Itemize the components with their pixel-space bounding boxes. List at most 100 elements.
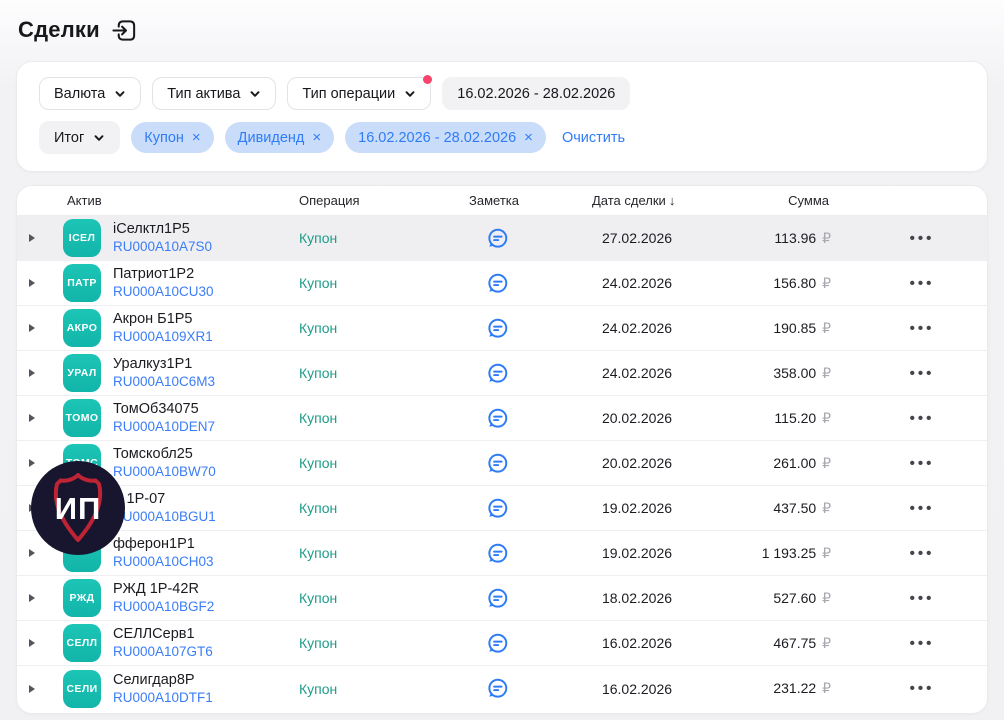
chevron-down-icon <box>404 88 416 100</box>
filter-chip-date-range[interactable]: 16.02.2026 - 28.02.2026 × <box>345 122 546 153</box>
note-icon[interactable] <box>486 632 509 655</box>
operation-label: Купон <box>299 320 338 336</box>
row-expand-arrow-icon[interactable] <box>29 324 35 332</box>
currency-symbol: ₽ <box>822 274 831 291</box>
chevron-down-icon <box>249 88 261 100</box>
note-icon[interactable] <box>486 542 509 565</box>
operation-type-filter-button[interactable]: Тип операции <box>287 75 433 110</box>
filter-row-top: Валюта Тип актива Тип операции 16.02.202… <box>39 75 965 110</box>
deal-date: 19.02.2026 <box>601 545 673 561</box>
filter-chip-coupon[interactable]: Купон × <box>131 122 214 153</box>
row-expand-arrow-icon[interactable] <box>29 504 35 512</box>
note-icon[interactable] <box>486 452 509 475</box>
close-icon[interactable]: × <box>312 130 321 145</box>
asset-isin-link[interactable]: RU000A10CH03 <box>113 553 214 571</box>
filter-chip-dividend[interactable]: Дивиденд × <box>224 122 335 153</box>
asset-name: Акрон Б1Р5 <box>113 311 193 327</box>
row-menu-button[interactable]: ••• <box>910 545 935 562</box>
operation-label: Купон <box>299 500 338 516</box>
amount-value: 437.50 <box>773 499 821 516</box>
note-icon[interactable] <box>486 677 509 700</box>
row-expand-arrow-icon[interactable] <box>29 414 35 422</box>
row-menu-button[interactable]: ••• <box>910 365 935 382</box>
table-row[interactable]: Б 1Р-07 RU000A10BGU1 Купон 19.02.2026 43… <box>17 486 987 531</box>
row-expand-arrow-icon[interactable] <box>29 684 35 693</box>
deal-date: 16.02.2026 <box>601 635 673 651</box>
clear-filters-link[interactable]: Очистить <box>562 130 625 146</box>
row-menu-button[interactable]: ••• <box>910 230 935 247</box>
asset-ticker-badge: ПАТР <box>63 264 101 302</box>
row-expand-arrow-icon[interactable] <box>29 459 35 467</box>
row-menu-button[interactable]: ••• <box>910 680 935 697</box>
row-expand-arrow-icon[interactable] <box>29 594 35 602</box>
note-icon[interactable] <box>486 317 509 340</box>
asset-isin-link[interactable]: RU000A107GT6 <box>113 643 213 661</box>
operation-label: Купон <box>299 230 338 246</box>
asset-ticker-badge: УРАЛ <box>63 354 101 392</box>
asset-ticker-badge: ТОМС <box>63 444 101 482</box>
asset-isin-link[interactable]: RU000A10CU30 <box>113 283 214 301</box>
active-filter-indicator-dot <box>423 75 433 84</box>
row-menu-button[interactable]: ••• <box>910 320 935 337</box>
asset-isin-link[interactable]: RU000A10BGU1 <box>113 508 216 526</box>
close-icon[interactable]: × <box>192 130 201 145</box>
column-header-amount: Сумма <box>788 193 829 208</box>
asset-ticker-badge: АКРО <box>63 309 101 347</box>
row-expand-arrow-icon[interactable] <box>29 549 35 557</box>
table-row[interactable]: ТОМС Томскобл25 RU000A10BW70 Купон 20.02… <box>17 441 987 486</box>
row-menu-button[interactable]: ••• <box>910 275 935 292</box>
chevron-down-icon <box>93 132 105 144</box>
row-menu-button[interactable]: ••• <box>910 500 935 517</box>
table-row[interactable]: СЕЛИ Селигдар8P RU000A10DTF1 Купон 16.02… <box>17 666 987 711</box>
table-row[interactable]: СЕЛЛ СЕЛЛСерв1 RU000A107GT6 Купон 16.02.… <box>17 621 987 666</box>
column-header-asset: Актив <box>67 193 102 208</box>
note-icon[interactable] <box>486 497 509 520</box>
asset-isin-link[interactable]: RU000A10BW70 <box>113 463 216 481</box>
note-icon[interactable] <box>486 362 509 385</box>
amount-value: 115.20 <box>774 409 821 426</box>
column-header-date-sort[interactable]: Дата сделки ↓ <box>592 193 682 208</box>
chip-label: 16.02.2026 - 28.02.2026 <box>358 129 517 146</box>
note-icon[interactable] <box>486 272 509 295</box>
note-icon[interactable] <box>486 407 509 430</box>
asset-isin-link[interactable]: RU000A10BGF2 <box>113 598 214 616</box>
row-menu-button[interactable]: ••• <box>910 590 935 607</box>
asset-isin-link[interactable]: RU000A10A7S0 <box>113 238 212 256</box>
close-icon[interactable]: × <box>524 130 533 145</box>
asset-ticker-badge <box>63 534 101 572</box>
currency-filter-button[interactable]: Валюта <box>39 77 142 110</box>
date-range-button[interactable]: 16.02.2026 - 28.02.2026 <box>442 77 631 110</box>
asset-isin-link[interactable]: RU000A10DTF1 <box>113 689 213 707</box>
currency-filter-label: Валюта <box>54 85 106 102</box>
note-icon[interactable] <box>486 227 509 250</box>
row-menu-button[interactable]: ••• <box>910 635 935 652</box>
note-icon[interactable] <box>486 587 509 610</box>
column-header-note: Заметка <box>469 193 519 208</box>
asset-isin-link[interactable]: RU000A10C6M3 <box>113 373 215 391</box>
table-row[interactable]: РЖД РЖД 1Р-42R RU000A10BGF2 Купон 18.02.… <box>17 576 987 621</box>
asset-ticker-badge <box>63 489 101 527</box>
asset-name: Томскобл25 <box>113 446 193 462</box>
open-deals-icon[interactable] <box>111 17 138 44</box>
row-expand-arrow-icon[interactable] <box>29 234 35 242</box>
asset-isin-link[interactable]: RU000A10DEN7 <box>113 418 215 436</box>
table-row[interactable]: ТОМО ТомОб34075 RU000A10DEN7 Купон 20.02… <box>17 396 987 441</box>
row-expand-arrow-icon[interactable] <box>29 369 35 377</box>
currency-symbol: ₽ <box>822 589 831 606</box>
deal-date: 19.02.2026 <box>601 500 673 516</box>
operation-label: Купон <box>299 680 338 697</box>
row-menu-button[interactable]: ••• <box>910 455 935 472</box>
table-row[interactable]: УРАЛ Уралкуз1Р1 RU000A10C6M3 Купон 24.02… <box>17 351 987 396</box>
table-row[interactable]: АКРО Акрон Б1Р5 RU000A109XR1 Купон 24.02… <box>17 306 987 351</box>
asset-isin-link[interactable]: RU000A109XR1 <box>113 328 213 346</box>
row-expand-arrow-icon[interactable] <box>29 639 35 647</box>
row-expand-arrow-icon[interactable] <box>29 279 35 287</box>
asset-ticker-badge: СЕЛИ <box>63 669 101 708</box>
table-row[interactable]: ICEЛ iСелктл1Р5 RU000A10A7S0 Купон 27.02… <box>17 216 987 261</box>
row-menu-button[interactable]: ••• <box>910 410 935 427</box>
asset-name: Селигдар8P <box>113 671 195 688</box>
table-row[interactable]: фферон1Р1 RU000A10CH03 Купон 19.02.2026 … <box>17 531 987 576</box>
total-dropdown-button[interactable]: Итог <box>39 121 121 154</box>
asset-type-filter-button[interactable]: Тип актива <box>152 77 277 110</box>
table-row[interactable]: ПАТР Патриот1Р2 RU000A10CU30 Купон 24.02… <box>17 261 987 306</box>
